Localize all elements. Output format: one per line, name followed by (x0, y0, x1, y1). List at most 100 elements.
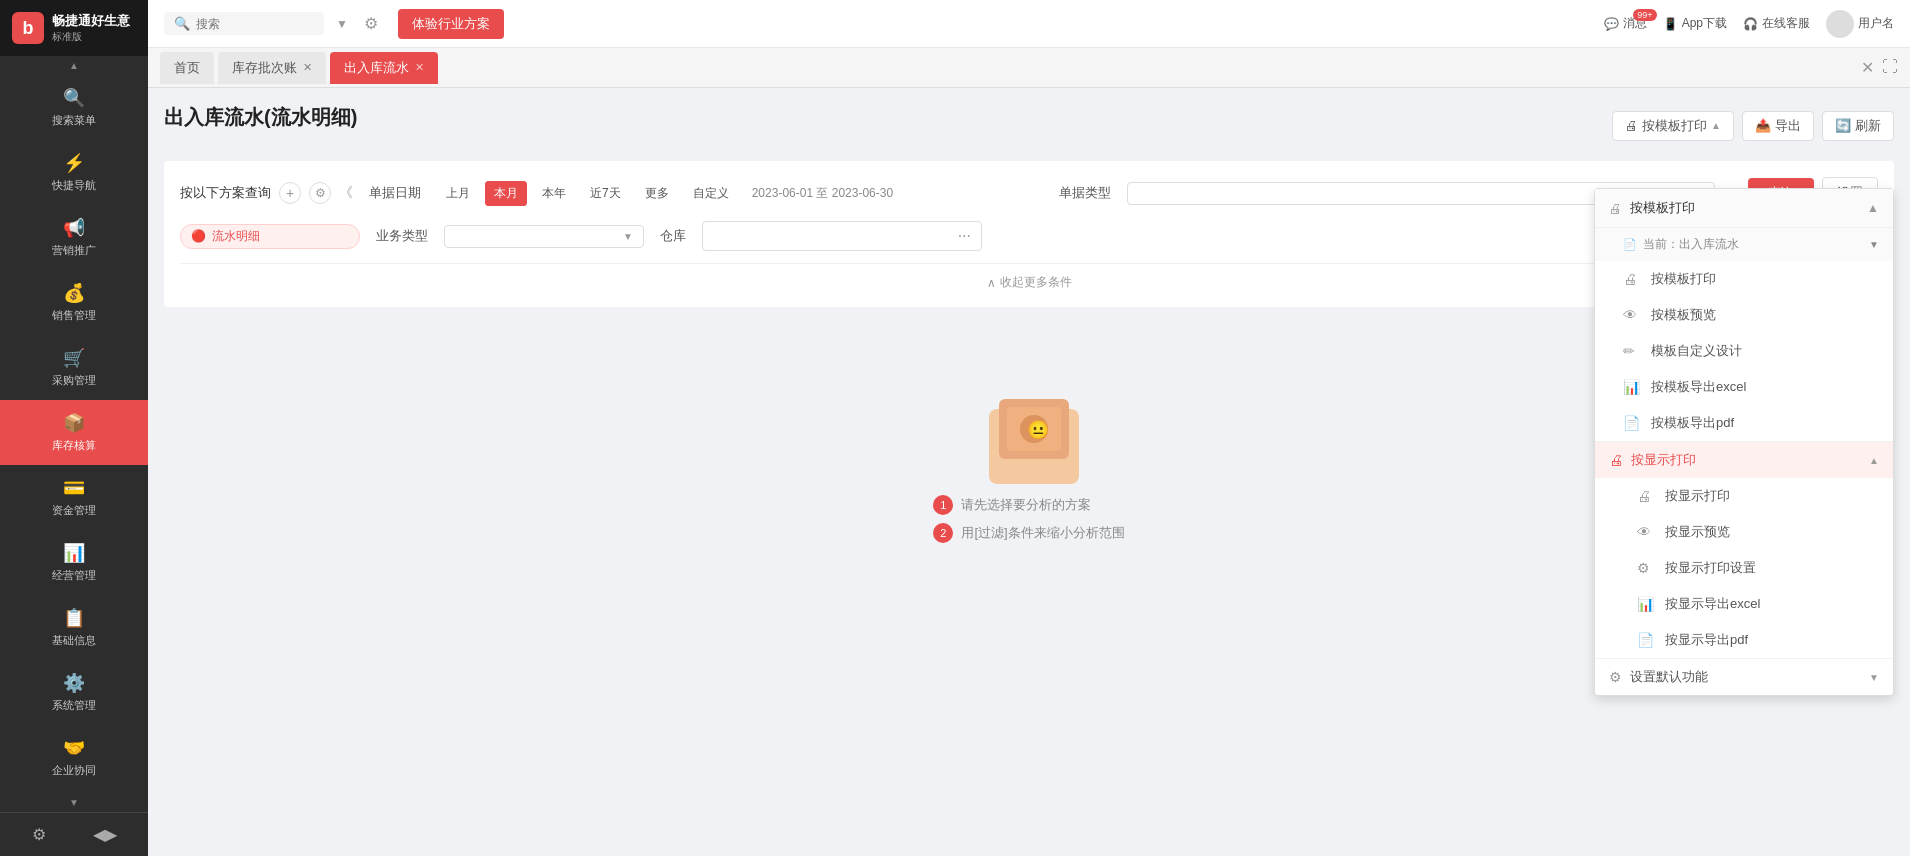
tab-expand-btn[interactable]: ⛶ (1882, 58, 1898, 77)
shortcuts-icon: ⚡ (63, 152, 85, 174)
print-btn[interactable]: 🖨 按模板打印 ▲ (1612, 111, 1734, 141)
date-btn-this-month[interactable]: 本月 (485, 181, 527, 206)
filter-chip-active[interactable]: 🔴 流水明细 (180, 224, 360, 249)
date-label: 单据日期 (369, 184, 421, 202)
date-range: 2023-06-01 至 2023-06-30 (752, 185, 893, 202)
date-btn-this-year[interactable]: 本年 (533, 181, 575, 206)
finance-icon: 💳 (63, 477, 85, 499)
search-dropdown-arrow[interactable]: ▼ (336, 17, 348, 31)
date-btn-custom[interactable]: 自定义 (684, 181, 738, 206)
dropdown-display-print[interactable]: 🖨 按显示打印 (1595, 478, 1893, 514)
sidebar-item-shortcuts[interactable]: ⚡ 快捷导航 (0, 140, 148, 205)
sidebar-item-operations[interactable]: 📊 经营管理 (0, 530, 148, 595)
dropdown-footer[interactable]: ⚙ 设置默认功能 ▼ (1595, 658, 1893, 695)
tab-flow-label: 出入库流水 (344, 59, 409, 77)
sidebar-settings-btn[interactable]: ⚙ (32, 825, 46, 844)
display-collapse-arrow: ▲ (1869, 455, 1879, 466)
dropdown-header-left: 🖨 按模板打印 (1609, 199, 1695, 217)
pdf-icon-2: 📄 (1637, 632, 1655, 648)
sidebar-label-sales: 销售管理 (52, 308, 96, 323)
topbar-gear-icon[interactable]: ⚙ (364, 14, 378, 33)
dropdown-header-collapse[interactable]: ▲ (1867, 201, 1879, 215)
warehouse-field[interactable]: ··· (702, 221, 982, 251)
warehouse-more[interactable]: ··· (958, 227, 971, 245)
hint-2-text: 用[过滤]条件来缩小分析范围 (961, 524, 1124, 542)
topbar-search-box[interactable]: 🔍 (164, 12, 324, 35)
date-btn-7days[interactable]: 近7天 (581, 181, 630, 206)
dropdown-template-print[interactable]: 🖨 按模板打印 (1595, 261, 1893, 297)
topbar-right: 💬 消息 99+ 📱 App下载 🎧 在线客服 用户名 (1604, 10, 1894, 38)
dropdown-current-template[interactable]: 📄 当前：出入库流水 ▼ (1595, 228, 1893, 261)
scroll-up-indicator[interactable]: ▲ (0, 56, 148, 75)
dropdown-display-export-excel[interactable]: 📊 按显示导出excel (1595, 586, 1893, 622)
business-type-select[interactable]: ▼ (444, 225, 644, 248)
print-btn-label: 按模板打印 (1642, 117, 1707, 135)
filter-collapse-icon[interactable]: 《 (339, 184, 353, 202)
sidebar-item-basic[interactable]: 📋 基础信息 (0, 595, 148, 660)
dropdown-template-export-pdf[interactable]: 📄 按模板导出pdf (1595, 405, 1893, 441)
dropdown-template-export-excel[interactable]: 📊 按模板导出excel (1595, 369, 1893, 405)
dropdown-display-print-settings[interactable]: ⚙ 按显示打印设置 (1595, 550, 1893, 586)
notifications-btn[interactable]: 💬 消息 99+ (1604, 15, 1647, 32)
page-title: 出入库流水(流水明细) (164, 104, 357, 131)
sidebar-item-inventory[interactable]: 📦 库存核算 (0, 400, 148, 465)
sidebar-item-search[interactable]: 🔍 搜索菜单 (0, 75, 148, 140)
sidebar-item-finance[interactable]: 💳 资金管理 (0, 465, 148, 530)
export-btn[interactable]: 📤 导出 (1742, 111, 1814, 141)
sidebar-item-marketing[interactable]: 📢 营销推广 (0, 205, 148, 270)
search-icon: 🔍 (63, 87, 85, 109)
dropdown-panel: 🖨 按模板打印 ▲ 📄 当前：出入库流水 ▼ 🖨 按模板打印 (1594, 188, 1894, 696)
sidebar-item-guide[interactable]: 🎯 新手引导 (0, 790, 148, 793)
tab-batch-close[interactable]: ✕ (303, 61, 312, 74)
filter-add-btn[interactable]: + (279, 182, 301, 204)
brand-name: 畅捷通好生意 (52, 13, 130, 30)
current-template-text: 当前：出入库流水 (1643, 236, 1739, 253)
filter-settings-btn[interactable]: ⚙ (309, 182, 331, 204)
tab-home[interactable]: 首页 (160, 52, 214, 84)
template-customize-label: 模板自定义设计 (1651, 342, 1742, 360)
basic-icon: 📋 (63, 607, 85, 629)
printer-icon: 🖨 (1625, 118, 1638, 133)
sidebar-item-sales[interactable]: 💰 销售管理 (0, 270, 148, 335)
dropdown-template-preview[interactable]: 👁 按模板预览 (1595, 297, 1893, 333)
display-print-icon: 🖨 (1609, 452, 1623, 468)
sidebar-item-purchase[interactable]: 🛒 采购管理 (0, 335, 148, 400)
sidebar-collapse-btn[interactable]: ◀▶ (93, 825, 117, 844)
tab-flow[interactable]: 出入库流水 ✕ (330, 52, 438, 84)
refresh-btn[interactable]: 🔄 刷新 (1822, 111, 1894, 141)
app-download-btn[interactable]: 📱 App下载 (1663, 15, 1727, 32)
topbar: 🔍 ▼ ⚙ 体验行业方案 💬 消息 99+ 📱 App下载 🎧 在线客服 (148, 0, 1910, 48)
preview-icon-1: 👁 (1623, 307, 1641, 323)
dropdown-display-export-pdf[interactable]: 📄 按显示导出pdf (1595, 622, 1893, 658)
tab-batch[interactable]: 库存批次账 ✕ (218, 52, 326, 84)
filter-chip-label: 流水明细 (212, 228, 260, 245)
trial-btn[interactable]: 体验行业方案 (398, 9, 504, 39)
phone-icon: 📱 (1663, 17, 1678, 31)
user-name: 用户名 (1858, 15, 1894, 32)
collapse-more-btn[interactable]: ∧ 收起更多条件 (987, 274, 1072, 291)
date-btn-more[interactable]: 更多 (636, 181, 678, 206)
search-input[interactable] (196, 17, 296, 31)
settings-default-icon: ⚙ (1609, 669, 1622, 685)
date-btn-last-month[interactable]: 上月 (437, 181, 479, 206)
tab-flow-close[interactable]: ✕ (415, 61, 424, 74)
export-icon: 📤 (1755, 118, 1771, 133)
dropdown-display-header[interactable]: 🖨 按显示打印 ▲ (1595, 441, 1893, 478)
user-avatar-btn[interactable]: 用户名 (1826, 10, 1894, 38)
sidebar: b 畅捷通好生意 标准版 ▲ 🔍 搜索菜单 ⚡ 快捷导航 📢 营销推广 (0, 0, 148, 856)
print-icon-1: 🖨 (1623, 271, 1641, 287)
hint-1-text: 请先选择要分析的方案 (961, 496, 1091, 514)
dropdown-template-customize[interactable]: ✏ 模板自定义设计 (1595, 333, 1893, 369)
customer-service-btn[interactable]: 🎧 在线客服 (1743, 15, 1810, 32)
scroll-down-indicator[interactable]: ▼ (0, 793, 148, 812)
sidebar-item-collab[interactable]: 🤝 企业协同 (0, 725, 148, 790)
sidebar-bottom: ⚙ ◀▶ (0, 812, 148, 856)
display-print-settings-label: 按显示打印设置 (1665, 559, 1756, 577)
dropdown-header: 🖨 按模板打印 ▲ (1595, 189, 1893, 228)
sidebar-label-search: 搜索菜单 (52, 113, 96, 128)
display-pdf-label: 按显示导出pdf (1665, 631, 1748, 649)
printer-icon-dropdown: 🖨 (1609, 201, 1622, 216)
tab-close-all-btn[interactable]: ✕ (1861, 58, 1874, 77)
dropdown-display-preview[interactable]: 👁 按显示预览 (1595, 514, 1893, 550)
sidebar-item-system[interactable]: ⚙️ 系统管理 (0, 660, 148, 725)
